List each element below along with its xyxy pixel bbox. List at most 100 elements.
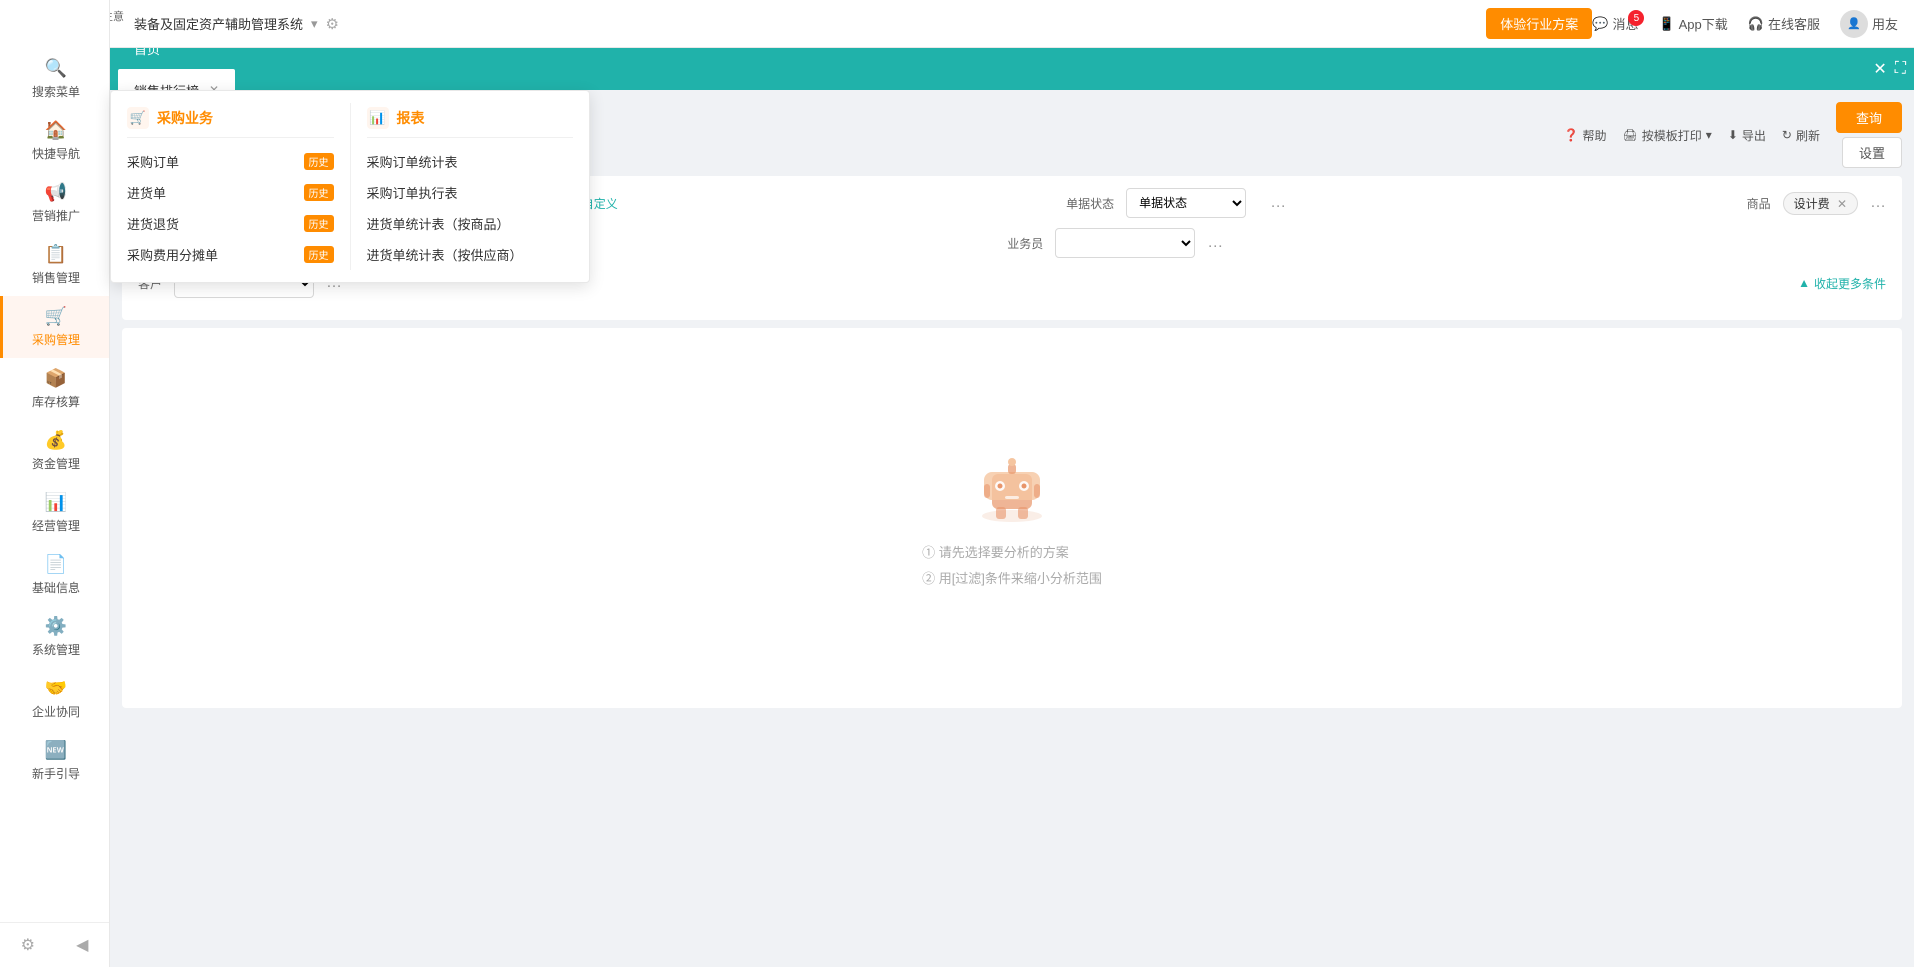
sidebar-item-operation[interactable]: 📊 经营管理 [0,482,109,544]
history-badge-2: 历史 [304,215,334,232]
export-icon: ⬇ [1728,128,1738,142]
dropdown-report-item-1[interactable]: 采购订单执行表 [367,177,574,208]
sidebar-label-marketing: 营销推广 [32,207,80,224]
user-label: 用友 [1872,14,1898,33]
print-dropdown-icon[interactable]: ▾ [1706,128,1712,142]
sidebar-label-operation: 经营管理 [32,517,80,534]
history-badge-3: 历史 [304,246,334,263]
dropdown-report-item-0[interactable]: 采购订单统计表 [367,146,574,177]
sidebar-item-guide[interactable]: 🆕 新手引导 [0,730,109,792]
export-btn[interactable]: ⬇ 导出 [1728,127,1766,144]
sidebar-icon-finance: 💰 [45,430,67,451]
sidebar-item-collab[interactable]: 🤝企业协同 [0,668,109,730]
sidebar-icon-sales: 📋 [45,244,67,265]
sidebar-icon-inventory: 📦 [45,368,67,389]
doc-status-more-btn[interactable]: … [1258,194,1298,212]
export-label: 导出 [1742,127,1766,144]
sidebar-item-home[interactable]: 🏠 快捷导航 [0,110,109,172]
sidebar-label-collab: 企业协同 [32,703,80,720]
help-btn[interactable]: ❓ 帮助 [1564,127,1607,144]
app-download-btn[interactable]: 📱 App下载 [1658,14,1727,33]
goods-tag[interactable]: 设计费 ✕ [1783,192,1858,215]
empty-tip: ① 请先选择要分析的方案 ② 用[过滤]条件来缩小分析范围 [922,540,1102,592]
refresh-label: 刷新 [1796,127,1820,144]
sidebar-bottom: ⚙ ◀ [0,922,109,967]
settings-button[interactable]: 设置 [1842,137,1902,168]
plan-button[interactable]: 体验行业方案 [1486,8,1592,39]
sidebar-item-system[interactable]: ⚙️系统管理 [0,606,109,668]
dropdown-report-items: 采购订单统计表采购订单执行表进货单统计表（按商品）进货单统计表（按供应商） [367,146,574,270]
sidebar-label-sales: 销售管理 [32,269,80,286]
sidebar-item-inventory[interactable]: 📦库存核算 [0,358,109,420]
sidebar-item-basic[interactable]: 📄基础信息 [0,544,109,606]
dropdown-report-item-3[interactable]: 进货单统计表（按供应商） [367,239,574,270]
report-title-icon: 📊 [367,107,389,129]
user-btn[interactable]: 👤 用友 [1840,10,1898,38]
salesperson-label: 业务员 [1007,235,1043,252]
sidebar-label-home: 快捷导航 [32,145,80,162]
sidebar-icon-home: 🏠 [45,120,67,141]
sidebar-item-sales[interactable]: 📋 销售管理 [0,234,109,296]
dropdown-purchase-item-2[interactable]: 进货退货历史 [127,208,334,239]
headset-icon: 🎧 [1748,16,1764,32]
goods-label: 商品 [1747,195,1771,212]
sidebar-icon-search: 🔍 [45,58,67,79]
doc-status-label: 单据状态 [1066,195,1114,212]
goods-more-btn[interactable]: … [1870,194,1886,212]
history-badge-0: 历史 [304,153,334,170]
dropdown-purchase-item-3[interactable]: 采购费用分摊单历史 [127,239,334,270]
system-name: 装备及固定资产辅助管理系统 [134,14,303,33]
refresh-btn[interactable]: ↻ 刷新 [1782,127,1820,144]
message-icon: 💬 [1592,16,1608,32]
sidebar: 🔍搜索菜单 🏠 快捷导航 📢 营销推广 📋 销售管理 🛒 采购管理 📦库存核算💰资金管理 📊 经营管理… [0,0,110,967]
sidebar-icon-marketing: 📢 [45,182,67,203]
doc-status-select[interactable]: 单据状态 [1126,188,1246,218]
collapse-icon: ▲ [1798,276,1810,290]
print-label: 按模板打印 [1642,127,1702,144]
purchase-dropdown: 🛒 采购业务 采购订单历史进货单历史进货退货历史采购费用分摊单历史 📊 报表 采… [110,90,590,283]
tab-expand-icon[interactable]: ⛶ [1895,60,1906,78]
sidebar-icon-guide: 🆕 [45,740,67,761]
dropdown-report-col: 📊 报表 采购订单统计表采购订单执行表进货单统计表（按商品）进货单统计表（按供应… [350,103,590,270]
print-btn[interactable]: 🖨 按模板打印 ▾ [1623,127,1712,144]
sidebar-label-purchase: 采购管理 [32,331,80,348]
dropdown-purchase-item-0[interactable]: 采购订单历史 [127,146,334,177]
sidebar-collapse-btn[interactable]: ◀ [76,935,88,955]
query-button[interactable]: 查询 [1836,102,1902,133]
dropdown-purchase-item-1[interactable]: 进货单历史 [127,177,334,208]
help-label: 帮助 [1583,127,1607,144]
settings-icon[interactable]: ⚙ [326,15,339,33]
phone-icon: 📱 [1658,16,1674,32]
sidebar-item-purchase[interactable]: 🛒 采购管理 [0,296,109,358]
system-name-area: 装备及固定资产辅助管理系统 ▾ ⚙ [126,14,1478,33]
history-badge-1: 历史 [304,184,334,201]
service-btn[interactable]: 🎧 在线客服 [1748,14,1820,33]
salesperson-select[interactable] [1055,228,1195,258]
sidebar-label-system: 系统管理 [32,641,80,658]
query-btn-group: 查询 设置 [1836,102,1902,168]
dropdown-purchase-title: 🛒 采购业务 [127,103,334,138]
tabbar-controls: ✕ ⛶ [1873,59,1906,79]
tab-close-all-icon[interactable]: ✕ [1873,59,1886,79]
sidebar-item-finance[interactable]: 💰资金管理 [0,420,109,482]
refresh-icon: ↻ [1782,128,1792,142]
avatar: 👤 [1840,10,1868,38]
dropdown-icon[interactable]: ▾ [311,16,318,32]
purchase-title-icon: 🛒 [127,107,149,129]
tabbar: 首页销售排行榜✕ ✕ ⛶ [110,48,1914,90]
sidebar-settings-btn[interactable]: ⚙ [21,935,35,955]
goods-tag-close[interactable]: ✕ [1837,197,1847,211]
sidebar-label-guide: 新手引导 [32,765,80,782]
sidebar-icon-purchase: 🛒 [45,306,67,327]
collapse-button[interactable]: ▲ 收起更多条件 [1798,275,1886,292]
sidebar-icon-operation: 📊 [45,492,67,513]
service-label: 在线客服 [1768,14,1820,33]
sidebar-item-marketing[interactable]: 📢 营销推广 [0,172,109,234]
dropdown-report-item-2[interactable]: 进货单统计表（按商品） [367,208,574,239]
sidebar-item-search[interactable]: 🔍搜索菜单 [0,48,109,110]
topbar: 6 畅捷通好生意 标准版 装备及固定资产辅助管理系统 ▾ ⚙ 体验行业方案 💬 … [0,0,1914,48]
dropdown-purchase-items: 采购订单历史进货单历史进货退货历史采购费用分摊单历史 [127,146,334,270]
message-btn[interactable]: 💬 消息 5 [1592,14,1638,33]
salesperson-more-btn[interactable]: … [1207,234,1223,252]
help-icon: ❓ [1564,128,1579,142]
